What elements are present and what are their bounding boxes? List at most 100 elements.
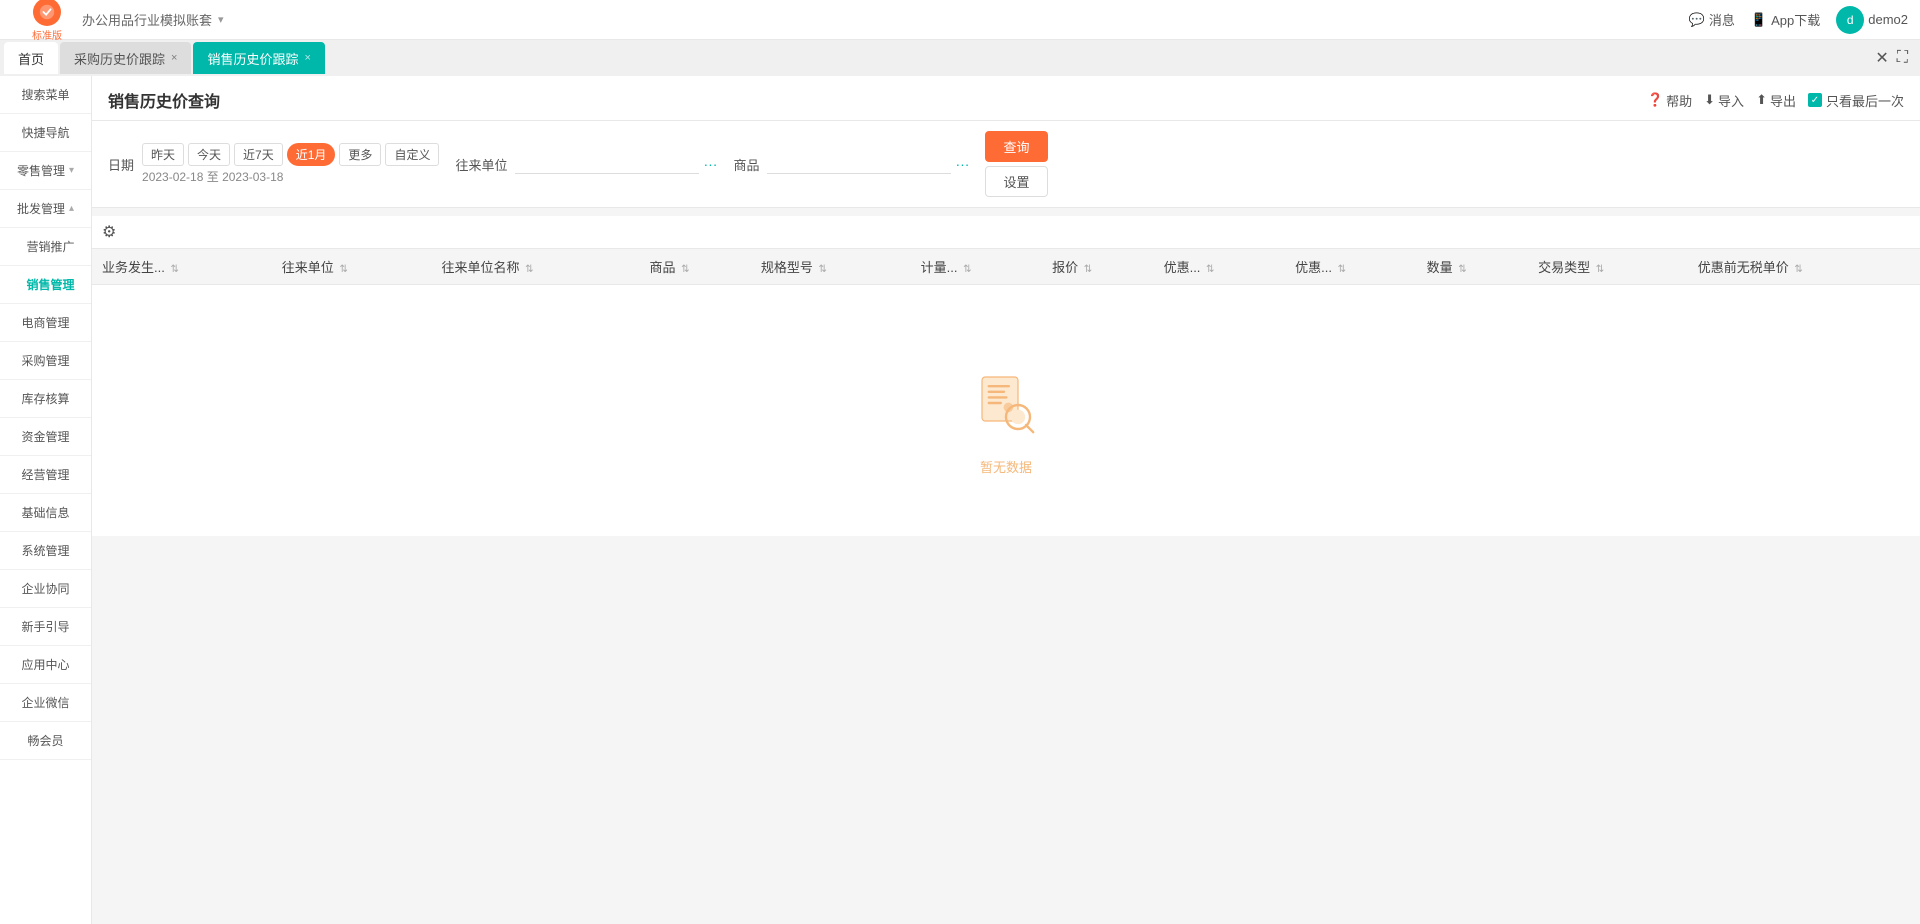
sidebar-item-app-center-label: 应用中心 (21, 656, 69, 673)
table-settings-row: ⚙ (92, 216, 1920, 249)
tab-sales-history-label: 销售历史价跟踪 (207, 49, 298, 68)
username: demo2 (1868, 12, 1908, 27)
empty-icon (966, 365, 1046, 445)
date-btn-custom[interactable]: 自定义 (385, 143, 439, 166)
col-qty[interactable]: 数量 ⇅ (1417, 249, 1528, 285)
sidebar-item-sales-mgmt[interactable]: 销售管理 (0, 266, 91, 304)
sidebar-item-search-menu[interactable]: 搜索菜单 (0, 76, 91, 114)
col-unit[interactable]: 计量... ⇅ (911, 249, 1043, 285)
sidebar-item-ecom-mgmt[interactable]: 电商管理 (0, 304, 91, 342)
date-btn-last1m[interactable]: 近1月 (287, 143, 336, 166)
sidebar-item-basic-info[interactable]: 基础信息 (0, 494, 91, 532)
col-qty-label: 数量 (1427, 260, 1453, 275)
date-btn-today[interactable]: 今天 (188, 143, 230, 166)
export-icon: ⬆ (1756, 92, 1767, 108)
date-btn-more[interactable]: 更多 (339, 143, 381, 166)
close-all-icon[interactable]: ✕ (1875, 48, 1888, 68)
sidebar-item-enterprise-collab[interactable]: 企业协同 (0, 570, 91, 608)
sidebar-item-ecom-mgmt-label: 电商管理 (21, 314, 69, 331)
col-tx-type-sort-icon: ⇅ (1596, 264, 1604, 275)
sidebar-item-purchase-mgmt[interactable]: 采购管理 (0, 342, 91, 380)
import-label: 导入 (1718, 91, 1744, 110)
message-btn[interactable]: 💬 消息 (1689, 10, 1735, 29)
message-icon: 💬 (1689, 12, 1705, 28)
sidebar-item-quick-nav[interactable]: 快捷导航 (0, 114, 91, 152)
tab-home[interactable]: 首页 (4, 42, 58, 74)
col-discount1[interactable]: 优惠... ⇅ (1154, 249, 1286, 285)
export-btn[interactable]: ⬆ 导出 (1756, 91, 1796, 110)
col-tx-type[interactable]: 交易类型 ⇅ (1528, 249, 1688, 285)
show-last-wrapper[interactable]: ✓ 只看最后一次 (1808, 91, 1904, 110)
tab-sales-history[interactable]: 销售历史价跟踪 × (193, 42, 324, 74)
col-product-label: 商品 (649, 260, 675, 275)
avatar: d (1836, 6, 1864, 34)
main-content: 销售历史价查询 ❓ 帮助 ⬇ 导入 ⬆ 导出 ✓ 只看最后一次 日期 (92, 76, 1920, 924)
col-product[interactable]: 商品 ⇅ (639, 249, 750, 285)
show-last-checkbox[interactable]: ✓ (1808, 93, 1822, 107)
col-spec[interactable]: 规格型号 ⇅ (751, 249, 911, 285)
fullscreen-icon[interactable]: ⛶ (1897, 49, 1908, 67)
app-download-btn[interactable]: 📱 App下载 (1751, 10, 1820, 29)
partner-dots[interactable]: ··· (703, 156, 717, 172)
topbar: 标准版 办公用品行业模拟账套 ▾ 💬 消息 📱 App下载 d demo2 (0, 0, 1920, 40)
sidebar: 搜索菜单 快捷导航 零售管理 ▾ 批发管理 ▴ 营销推广 销售管理 电商管理 采… (0, 76, 92, 924)
import-btn[interactable]: ⬇ 导入 (1704, 91, 1744, 110)
sidebar-item-marketing[interactable]: 营销推广 (0, 228, 91, 266)
partner-input-wrapper: ··· (515, 154, 717, 174)
sidebar-item-retail-mgmt[interactable]: 零售管理 ▾ (0, 152, 91, 190)
date-btn-yesterday[interactable]: 昨天 (142, 143, 184, 166)
col-quote-label: 报价 (1052, 260, 1078, 275)
wholesale-mgmt-arrow-icon: ▴ (69, 203, 74, 214)
tabbar-actions: ✕ ⛶ (1875, 48, 1916, 68)
col-partner-code[interactable]: 往来单位 ⇅ (272, 249, 432, 285)
partner-input[interactable] (515, 154, 699, 174)
product-input[interactable] (767, 154, 951, 174)
table-settings-gear-icon[interactable]: ⚙ (102, 222, 116, 242)
col-pre-tax[interactable]: 优惠前无税单价 ⇅ (1688, 249, 1920, 285)
col-tx-type-label: 交易类型 (1538, 260, 1590, 275)
sidebar-item-enterprise-wechat[interactable]: 企业微信 (0, 684, 91, 722)
col-discount1-label: 优惠... (1164, 260, 1201, 275)
col-biz-date[interactable]: 业务发生... ⇅ (92, 249, 272, 285)
sidebar-item-ops-mgmt[interactable]: 经营管理 (0, 456, 91, 494)
query-button[interactable]: 查询 (985, 131, 1047, 162)
col-unit-label: 计量... (921, 260, 958, 275)
partner-filter-group: 往来单位 ··· (455, 154, 717, 174)
date-btn-last7[interactable]: 近7天 (234, 143, 283, 166)
sidebar-item-inventory[interactable]: 库存核算 (0, 380, 91, 418)
partner-filter-label: 往来单位 (455, 155, 507, 174)
sidebar-item-wholesale-mgmt[interactable]: 批发管理 ▴ (0, 190, 91, 228)
sidebar-item-new-guide[interactable]: 新手引导 (0, 608, 91, 646)
product-input-wrapper: ··· (767, 154, 969, 174)
tab-purchase-history[interactable]: 采购历史价跟踪 × (60, 42, 191, 74)
import-icon: ⬇ (1704, 92, 1715, 108)
sidebar-item-retail-mgmt-label: 零售管理 (17, 162, 65, 179)
col-qty-sort-icon: ⇅ (1458, 264, 1466, 275)
date-range-text: 2023-02-18 至 2023-03-18 (142, 168, 439, 185)
table-header: 业务发生... ⇅ 往来单位 ⇅ 往来单位名称 ⇅ 商品 ⇅ (92, 249, 1920, 285)
settings-button[interactable]: 设置 (985, 166, 1047, 197)
col-partner-code-sort-icon: ⇅ (339, 264, 347, 275)
table-wrapper: ⚙ 业务发生... ⇅ 往来单位 ⇅ 往来单位名称 ⇅ (92, 216, 1920, 536)
app-download-icon: 📱 (1751, 12, 1767, 28)
sidebar-item-finance-mgmt[interactable]: 资金管理 (0, 418, 91, 456)
product-dots[interactable]: ··· (955, 156, 969, 172)
tab-purchase-history-close[interactable]: × (171, 52, 177, 64)
col-partner-name[interactable]: 往来单位名称 ⇅ (432, 249, 640, 285)
app-title-dropdown-icon[interactable]: ▾ (218, 13, 224, 26)
col-quote-sort-icon: ⇅ (1084, 264, 1092, 275)
col-discount2[interactable]: 优惠... ⇅ (1285, 249, 1417, 285)
sidebar-item-enterprise-wechat-label: 企业微信 (21, 694, 69, 711)
user-avatar-btn[interactable]: d demo2 (1836, 6, 1908, 34)
logo-text: 标准版 (32, 27, 62, 42)
data-table: 业务发生... ⇅ 往来单位 ⇅ 往来单位名称 ⇅ 商品 ⇅ (92, 249, 1920, 285)
sidebar-item-app-center[interactable]: 应用中心 (0, 646, 91, 684)
help-label: 帮助 (1666, 91, 1692, 110)
sidebar-item-system-mgmt[interactable]: 系统管理 (0, 532, 91, 570)
logo: 标准版 (12, 0, 82, 42)
help-btn[interactable]: ❓ 帮助 (1647, 91, 1692, 110)
filter-area: 日期 昨天 今天 近7天 近1月 更多 自定义 2023-02-18 至 202… (92, 121, 1920, 208)
sidebar-item-member[interactable]: 畅会员 (0, 722, 91, 760)
col-quote[interactable]: 报价 ⇅ (1042, 249, 1153, 285)
tab-sales-history-close[interactable]: × (304, 52, 310, 64)
